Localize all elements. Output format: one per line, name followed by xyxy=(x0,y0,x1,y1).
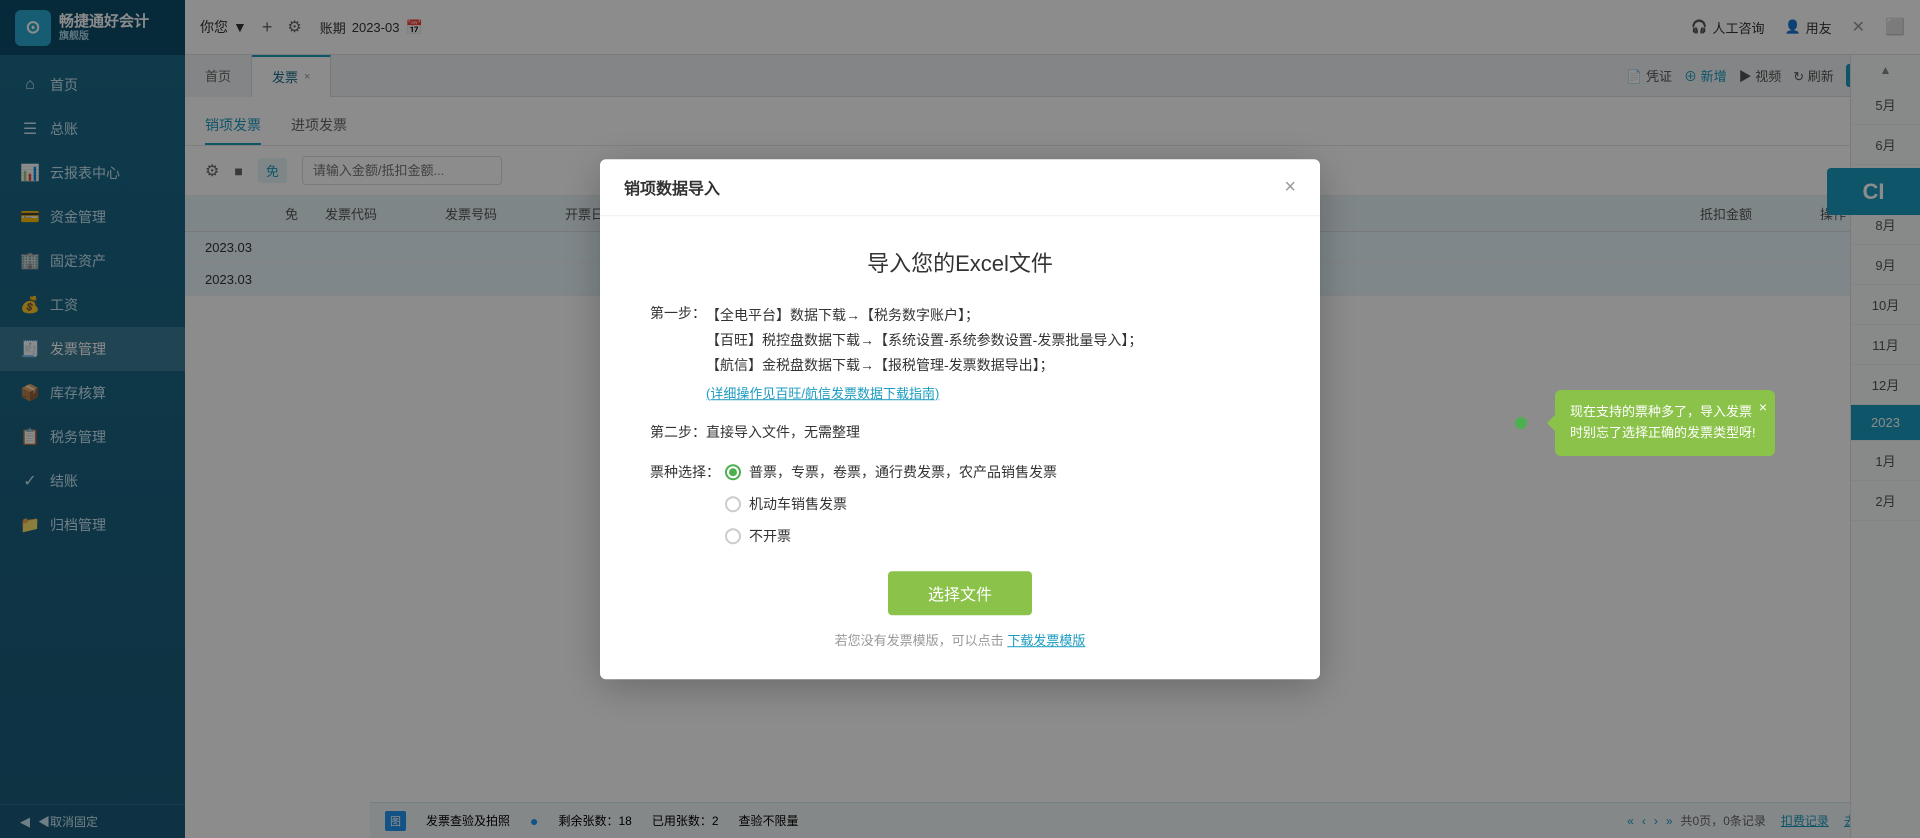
modal-body: 导入您的Excel文件 第一步： 【全电平台】数据下载→【税务数字账户】； 【百… xyxy=(600,216,1320,679)
modal-close-button[interactable]: × xyxy=(1284,177,1296,197)
radio-dot-1 xyxy=(729,468,737,476)
step1-line3: 【航信】金税盘数据下载→【报税管理-发票数据导出】； xyxy=(706,354,1142,379)
step1-content: 【全电平台】数据下载→【税务数字账户】； 【百旺】税控盘数据下载→【系统设置-系… xyxy=(706,303,1142,402)
radio-circle-2 xyxy=(725,496,741,512)
radio-option-2[interactable]: 机动车销售发票 xyxy=(725,494,1057,514)
step2-row: 第二步： 直接导入文件，无需整理 xyxy=(650,422,1270,442)
step2-label: 第二步： xyxy=(650,422,706,442)
step-2: 第二步： 直接导入文件，无需整理 xyxy=(650,422,1270,442)
import-modal: 销项数据导入 × 导入您的Excel文件 第一步： 【全电平台】数据下载→【税务… xyxy=(600,159,1320,679)
tooltip-dot xyxy=(1515,417,1527,429)
tooltip-text: 现在支持的票种多了，导入发票时别忘了选择正确的发票类型呀! xyxy=(1570,404,1756,440)
step2-content: 直接导入文件，无需整理 xyxy=(706,422,860,442)
modal-footer: 若您没有发票模版，可以点击 下载发票模版 xyxy=(650,630,1270,649)
step1-line2: 【百旺】税控盘数据下载→【系统设置-系统参数设置-发票批量导入】； xyxy=(706,328,1142,353)
tooltip-bubble: × 现在支持的票种多了，导入发票时别忘了选择正确的发票类型呀! xyxy=(1555,390,1775,456)
step1-guide-link[interactable]: (详细操作见百旺/航信发票数据下载指南) xyxy=(706,386,939,401)
ticket-type-radio-group: 普票，专票，卷票，通行费发票，农产品销售发票 机动车销售发票 不开票 xyxy=(725,462,1057,546)
download-template-link[interactable]: 下载发票模版 xyxy=(1007,633,1085,648)
radio-circle-1 xyxy=(725,464,741,480)
radio-label: 票种选择： xyxy=(650,462,725,546)
step1-row: 第一步： 【全电平台】数据下载→【税务数字账户】； 【百旺】税控盘数据下载→【系… xyxy=(650,303,1270,402)
radio-row: 票种选择： 普票，专票，卷票，通行费发票，农产品销售发票 机动车销售发票 不开票 xyxy=(650,462,1270,546)
modal-main-title: 导入您的Excel文件 xyxy=(650,246,1270,278)
radio-option-1[interactable]: 普票，专票，卷票，通行费发票，农产品销售发票 xyxy=(725,462,1057,482)
modal-title: 销项数据导入 xyxy=(624,175,720,199)
radio-option-3[interactable]: 不开票 xyxy=(725,526,1057,546)
step1-link-row: (详细操作见百旺/航信发票数据下载指南) xyxy=(706,383,1142,402)
step1-line1: 【全电平台】数据下载→【税务数字账户】； xyxy=(706,303,1142,328)
tooltip-close-button[interactable]: × xyxy=(1759,396,1767,418)
radio-circle-3 xyxy=(725,528,741,544)
step1-label: 第一步： xyxy=(650,303,706,402)
select-file-button[interactable]: 选择文件 xyxy=(888,571,1032,615)
modal-header: 销项数据导入 × xyxy=(600,159,1320,216)
step-1: 第一步： 【全电平台】数据下载→【税务数字账户】； 【百旺】税控盘数据下载→【系… xyxy=(650,303,1270,402)
